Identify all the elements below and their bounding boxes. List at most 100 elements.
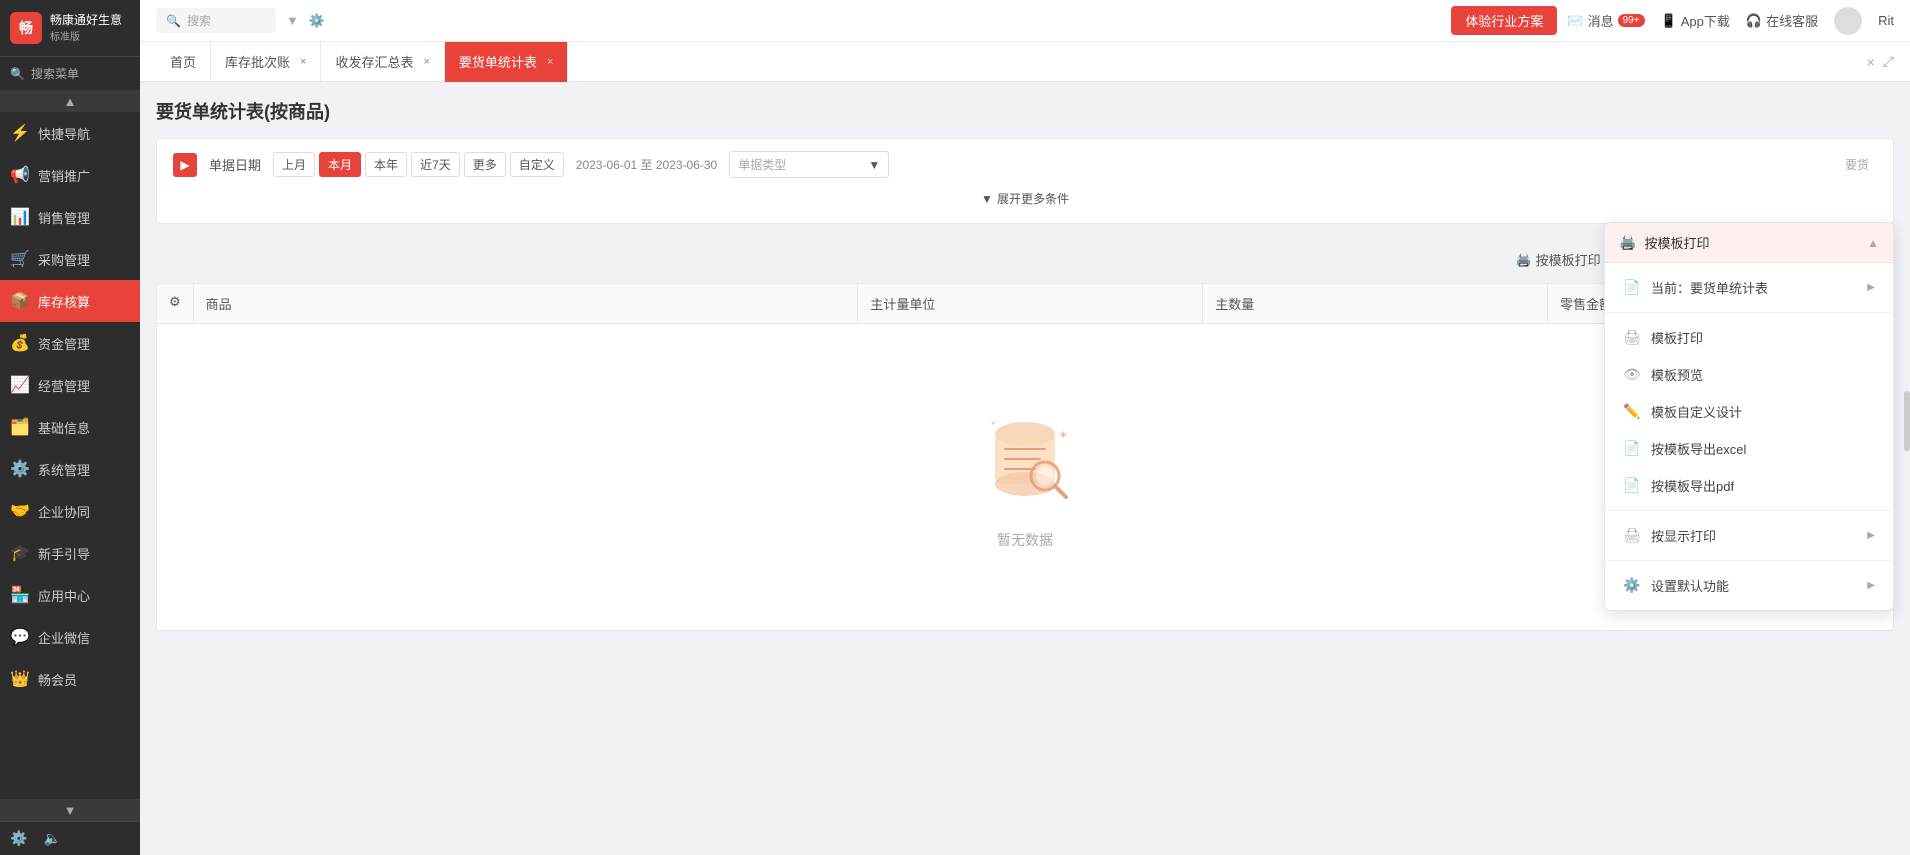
sidebar-item-wechat[interactable]: 💬 企业微信 — [0, 616, 140, 658]
sidebar-item-marketing[interactable]: 📢 营销推广 — [0, 154, 140, 196]
dropdown-template-print-item[interactable]: 🖨 模板打印 — [1605, 319, 1893, 356]
filter-expand-btn[interactable]: ▶ — [173, 153, 197, 177]
sidebar-item-finance[interactable]: 💰 资金管理 — [0, 322, 140, 364]
top-search-placeholder: 搜索 — [187, 12, 211, 29]
date-btn-7days[interactable]: 近7天 — [411, 152, 460, 177]
sidebar-audio-icon[interactable]: 🔈 — [43, 830, 60, 847]
date-btn-more[interactable]: 更多 — [464, 152, 506, 177]
sidebar-item-system[interactable]: ⚙️ 系统管理 — [0, 448, 140, 490]
tab-receipts-summary[interactable]: 收发存汇总表 × — [321, 42, 444, 82]
dropdown-default-func-item[interactable]: ⚙️ 设置默认功能 ▶ — [1605, 567, 1893, 604]
enterprise-icon: 🤝 — [10, 501, 30, 521]
sidebar-item-label: 采购管理 — [38, 250, 90, 269]
date-label: 单据日期 — [209, 155, 261, 174]
dropdown-current-item[interactable]: 📄 当前：要货单统计表 ▶ — [1605, 269, 1893, 306]
date-range-display: 2023-06-01 至 2023-06-30 — [576, 156, 717, 173]
template-preview-menu-icon: 👁 — [1623, 366, 1641, 383]
message-icon: ✉️ — [1567, 13, 1583, 29]
sidebar-settings-icon[interactable]: ⚙️ — [10, 830, 27, 847]
sidebar-nav: ⚡ 快捷导航 📢 营销推广 📊 销售管理 🛒 采购管理 📦 库存核算 💰 资金管… — [0, 112, 140, 799]
date-btn-last-month[interactable]: 上月 — [273, 152, 315, 177]
industry-solution-button[interactable]: 体验行业方案 — [1451, 6, 1557, 35]
online-service-btn[interactable]: 🎧 在线客服 — [1746, 11, 1818, 30]
dropdown-export-pdf-item[interactable]: 📄 按模板导出pdf — [1605, 467, 1893, 504]
display-print-arrow-icon: ▶ — [1867, 530, 1875, 541]
dropdown-display-print-item[interactable]: 🖨 按显示打印 ▶ — [1605, 517, 1893, 554]
dropdown-template-preview-item[interactable]: 👁 模板预览 — [1605, 356, 1893, 393]
newbie-icon: 🎓 — [10, 543, 30, 563]
expand-label: 展开更多条件 — [997, 190, 1069, 207]
sidebar-item-label: 销售管理 — [38, 208, 90, 227]
sidebar-item-quick-nav[interactable]: ⚡ 快捷导航 — [0, 112, 140, 154]
sidebar: 畅 畅康通好生意 标准版 🔍 搜索菜单 ▲ ⚡ 快捷导航 📢 营销推广 📊 销售… — [0, 0, 140, 855]
dropdown-export-pdf-label: 按模板导出pdf — [1651, 476, 1875, 495]
tab-receipts-summary-close[interactable]: × — [423, 56, 429, 68]
current-arrow-icon: ▶ — [1867, 282, 1875, 293]
sidebar-item-label: 企业微信 — [38, 628, 90, 647]
filter-bar: ▶ 单据日期 上月 本月 本年 近7天 更多 自定义 2023-06-01 至 … — [156, 138, 1894, 224]
app-download-btn[interactable]: 📱 App下载 — [1661, 11, 1730, 30]
header-dropdown-icon[interactable]: ▼ — [286, 13, 299, 28]
date-btn-custom[interactable]: 自定义 — [510, 152, 564, 177]
sidebar-item-newbie[interactable]: 🎓 新手引导 — [0, 532, 140, 574]
sidebar-item-vip[interactable]: 👑 畅会员 — [0, 658, 140, 700]
template-print-dropdown: 🖨️ 按模板打印 ▲ 📄 当前：要货单统计表 ▶ 🖨 模板打印 👁 模 — [1604, 222, 1894, 611]
tab-batch-account-close[interactable]: × — [300, 56, 306, 68]
page-title: 要货单统计表(按商品) — [156, 98, 1894, 124]
sidebar-item-label: 库存核算 — [38, 292, 90, 311]
dropdown-export-excel-label: 按模板导出excel — [1651, 439, 1875, 458]
top-header: 🔍 搜索 ▼ ⚙️ 体验行业方案 ✉️ 消息 99+ 📱 App下载 🎧 在线客… — [140, 0, 1910, 42]
search-icon: 🔍 — [10, 67, 25, 81]
top-search[interactable]: 🔍 搜索 — [156, 8, 276, 33]
finance-icon: 💰 — [10, 333, 30, 353]
app-download-label: App下载 — [1681, 11, 1730, 30]
header-settings-icon[interactable]: ⚙️ — [309, 13, 325, 29]
messages-label: 消息 — [1588, 11, 1614, 30]
tab-order-stats-close[interactable]: × — [547, 56, 553, 68]
col-quantity-header: 主数量 — [1203, 284, 1548, 323]
sidebar-item-enterprise[interactable]: 🤝 企业协同 — [0, 490, 140, 532]
sidebar-item-sales[interactable]: 📊 销售管理 — [0, 196, 140, 238]
sidebar-item-inventory[interactable]: 📦 库存核算 — [0, 280, 140, 322]
expand-conditions-btn[interactable]: ▼ 展开更多条件 — [973, 186, 1077, 211]
order-type-select[interactable]: 单据类型 ▼ — [729, 151, 889, 178]
dropdown-display-section: 🖨 按显示打印 ▶ — [1605, 511, 1893, 561]
sidebar-item-operations[interactable]: 📈 经营管理 — [0, 364, 140, 406]
empty-illustration: ✦ ✦ — [970, 404, 1080, 514]
dropdown-template-design-label: 模板自定义设计 — [1651, 402, 1875, 421]
col-unit-header: 主计量单位 — [858, 284, 1203, 323]
col-settings-header[interactable]: ⚙ — [157, 284, 194, 323]
dropdown-up-arrow: ▲ — [1867, 236, 1879, 250]
tab-batch-account[interactable]: 库存批次账 × — [211, 42, 321, 82]
dropdown-current-section: 📄 当前：要货单统计表 ▶ — [1605, 263, 1893, 313]
sidebar-item-purchase[interactable]: 🛒 采购管理 — [0, 238, 140, 280]
tab-home[interactable]: 首页 — [156, 42, 211, 82]
scrollbar-thumb[interactable] — [1904, 391, 1910, 451]
date-btn-this-month[interactable]: 本月 — [319, 152, 361, 177]
filter-row-date: ▶ 单据日期 上月 本月 本年 近7天 更多 自定义 2023-06-01 至 … — [173, 151, 1877, 178]
dropdown-template-design-item[interactable]: ✏️ 模板自定义设计 — [1605, 393, 1893, 430]
dropdown-title: 按模板打印 — [1644, 233, 1859, 252]
order-type-dropdown-icon: ▼ — [868, 158, 880, 172]
user-avatar[interactable] — [1834, 7, 1862, 35]
tab-maximize-icon[interactable]: ⤢ — [1883, 53, 1894, 70]
purchase-icon: 🛒 — [10, 249, 30, 269]
date-btn-this-year[interactable]: 本年 — [365, 152, 407, 177]
tab-close-all-icon[interactable]: × — [1867, 54, 1875, 70]
sidebar-scroll-up[interactable]: ▲ — [0, 90, 140, 112]
sidebar-item-appstore[interactable]: 🏪 应用中心 — [0, 574, 140, 616]
dropdown-template-print-label: 模板打印 — [1651, 328, 1875, 347]
svg-text:✦: ✦ — [990, 419, 997, 428]
dropdown-default-func-label: 设置默认功能 — [1651, 576, 1857, 595]
sidebar-search[interactable]: 🔍 搜索菜单 — [0, 57, 140, 90]
sidebar-item-basic[interactable]: 🗂️ 基础信息 — [0, 406, 140, 448]
tab-order-stats[interactable]: 要货单统计表 × — [445, 42, 568, 82]
online-service-label: 在线客服 — [1766, 11, 1818, 30]
dropdown-export-excel-item[interactable]: 📄 按模板导出excel — [1605, 430, 1893, 467]
download-icon: 📱 — [1661, 13, 1677, 29]
tab-batch-account-label: 库存批次账 — [225, 52, 290, 71]
sidebar-item-label: 应用中心 — [38, 586, 90, 605]
sidebar-scroll-down[interactable]: ▼ — [0, 799, 140, 821]
dropdown-default-section: ⚙️ 设置默认功能 ▶ — [1605, 561, 1893, 610]
messages-btn[interactable]: ✉️ 消息 99+ — [1567, 11, 1644, 30]
